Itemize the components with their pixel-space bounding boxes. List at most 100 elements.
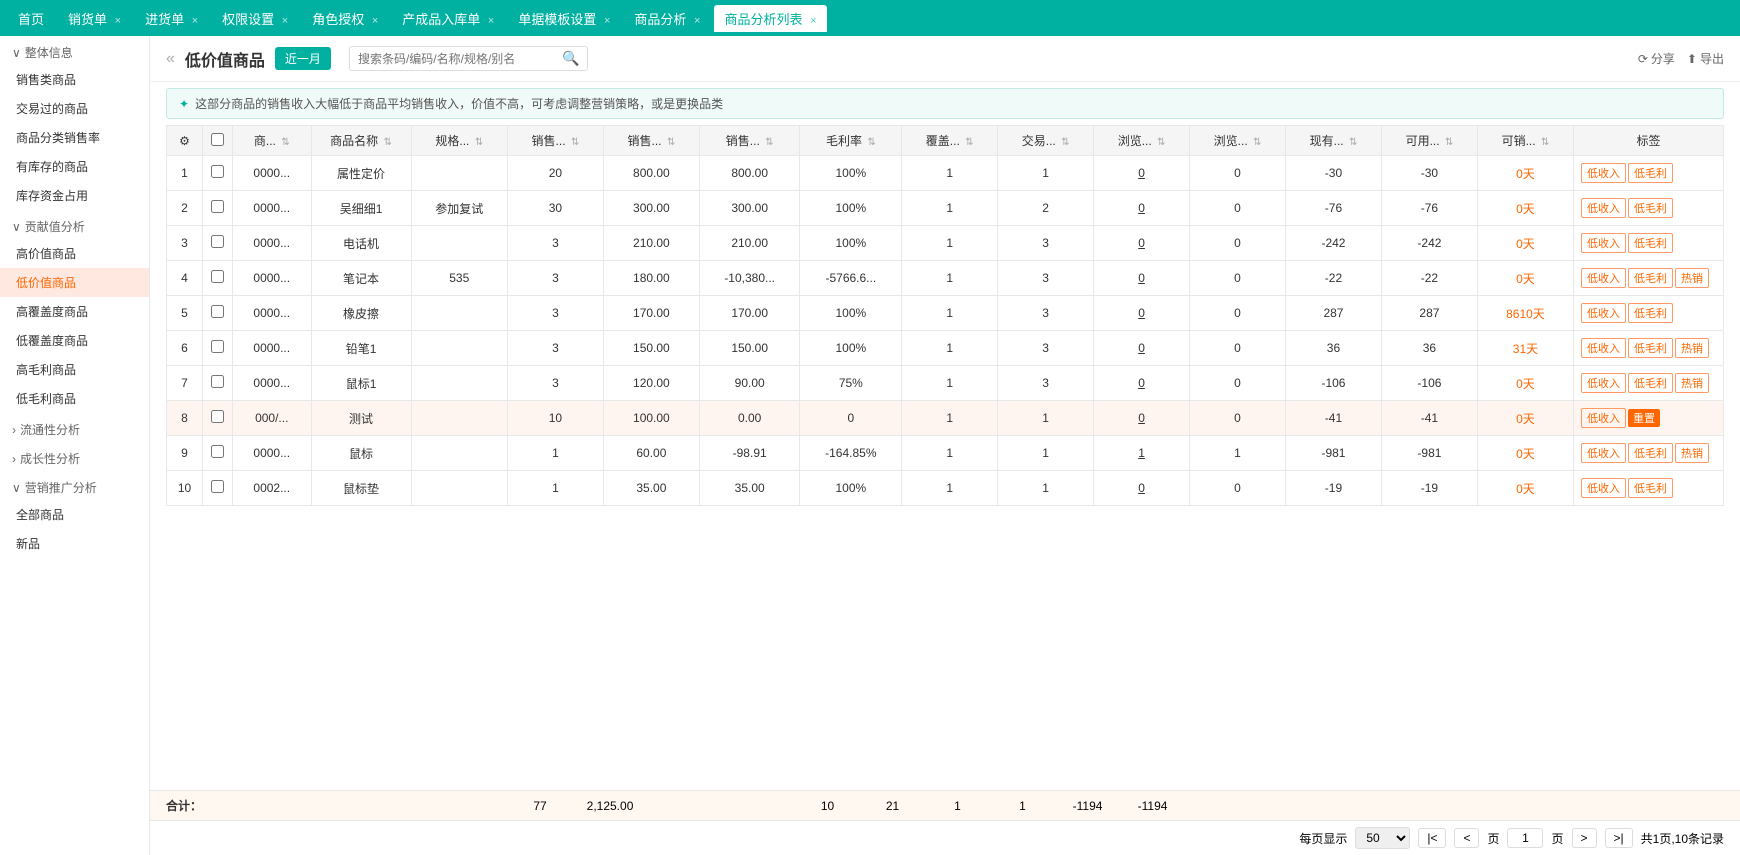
nav-analysis[interactable]: 商品分析 ×	[624, 5, 710, 32]
row-checkbox[interactable]	[211, 410, 224, 423]
col-current-stock[interactable]: 现有... ⇅	[1286, 126, 1382, 156]
sidebar-item-low-value[interactable]: 低价值商品	[0, 268, 149, 297]
close-icon[interactable]: ×	[192, 15, 198, 27]
per-page-select[interactable]: 50 100	[1355, 827, 1410, 849]
row-view1[interactable]: 0	[1094, 226, 1190, 261]
row-checkbox[interactable]	[211, 445, 224, 458]
row-checkbox[interactable]	[211, 340, 224, 353]
view1-link[interactable]: 1	[1138, 446, 1145, 460]
row-view1[interactable]: 0	[1094, 261, 1190, 296]
sidebar-item-category-rate[interactable]: 商品分类销售率	[0, 123, 149, 152]
close-icon[interactable]: ×	[694, 15, 700, 27]
view1-link[interactable]: 0	[1138, 236, 1145, 250]
col-qty[interactable]: 销售... ⇅	[507, 126, 603, 156]
view1-link[interactable]: 0	[1138, 411, 1145, 425]
sidebar-item-sales-goods[interactable]: 销售类商品	[0, 65, 149, 94]
row-checkbox[interactable]	[211, 270, 224, 283]
row-checkbox[interactable]	[211, 305, 224, 318]
row-checkbox[interactable]	[211, 165, 224, 178]
col-coverage[interactable]: 覆盖... ⇅	[902, 126, 998, 156]
row-view1[interactable]: 0	[1094, 401, 1190, 436]
tag-badge: 低收入	[1581, 268, 1626, 288]
sidebar-collapse-btn[interactable]: «	[166, 50, 175, 68]
first-page-btn[interactable]: |<	[1418, 828, 1446, 848]
next-page-btn[interactable]: >	[1572, 828, 1597, 848]
row-checkbox[interactable]	[211, 200, 224, 213]
row-view1[interactable]: 0	[1094, 156, 1190, 191]
col-spec[interactable]: 规格... ⇅	[411, 126, 507, 156]
search-icon[interactable]: 🔍	[562, 50, 579, 67]
col-available[interactable]: 可用... ⇅	[1381, 126, 1477, 156]
row-checkbox[interactable]	[211, 235, 224, 248]
row-view1[interactable]: 0	[1094, 366, 1190, 401]
view1-link[interactable]: 0	[1138, 201, 1145, 215]
row-salable: 0天	[1477, 471, 1573, 506]
col-salable[interactable]: 可销... ⇅	[1477, 126, 1573, 156]
col-code[interactable]: 商... ⇅	[233, 126, 312, 156]
close-icon[interactable]: ×	[604, 15, 610, 27]
share-button[interactable]: ⟳ 分享	[1638, 50, 1675, 67]
nav-analysis-list[interactable]: 商品分析列表 ×	[714, 5, 826, 32]
sidebar-group-liquidity[interactable]: › 流通性分析	[0, 413, 149, 442]
row-view1[interactable]: 0	[1094, 296, 1190, 331]
export-button[interactable]: ⬆ 导出	[1687, 50, 1724, 67]
nav-templates[interactable]: 单据模板设置 ×	[508, 5, 620, 32]
close-icon[interactable]: ×	[115, 15, 121, 27]
row-checkbox[interactable]	[211, 480, 224, 493]
row-view1[interactable]: 0	[1094, 191, 1190, 226]
close-icon[interactable]: ×	[372, 15, 378, 27]
close-icon[interactable]: ×	[488, 15, 494, 27]
close-icon[interactable]: ×	[810, 15, 816, 27]
row-salable: 0天	[1477, 261, 1573, 296]
sidebar-item-low-coverage[interactable]: 低覆盖度商品	[0, 326, 149, 355]
view1-link[interactable]: 0	[1138, 306, 1145, 320]
col-margin[interactable]: 毛利率 ⇅	[800, 126, 902, 156]
settings-col-header[interactable]: ⚙	[167, 126, 203, 156]
sidebar-item-high-value[interactable]: 高价值商品	[0, 239, 149, 268]
page-number-input[interactable]	[1507, 828, 1543, 848]
sidebar-group-contribution[interactable]: ∨ 贡献值分析	[0, 210, 149, 239]
col-name[interactable]: 商品名称 ⇅	[311, 126, 411, 156]
sidebar-item-low-margin[interactable]: 低毛利商品	[0, 384, 149, 413]
view1-link[interactable]: 0	[1138, 166, 1145, 180]
row-checkbox[interactable]	[211, 375, 224, 388]
row-view1[interactable]: 0	[1094, 471, 1190, 506]
sidebar-item-high-margin[interactable]: 高毛利商品	[0, 355, 149, 384]
sidebar-item-high-coverage[interactable]: 高覆盖度商品	[0, 297, 149, 326]
row-view1[interactable]: 1	[1094, 436, 1190, 471]
col-avg-price[interactable]: 销售... ⇅	[699, 126, 800, 156]
nav-roles[interactable]: 角色授权 ×	[302, 5, 388, 32]
sidebar-group-overall[interactable]: ∨ 整体信息	[0, 36, 149, 65]
col-amount[interactable]: 销售... ⇅	[603, 126, 699, 156]
sidebar-item-new-goods[interactable]: 新品	[0, 529, 149, 558]
view1-link[interactable]: 0	[1138, 481, 1145, 495]
select-all-checkbox[interactable]	[211, 133, 224, 146]
row-view1[interactable]: 0	[1094, 331, 1190, 366]
prev-page-btn[interactable]: <	[1454, 828, 1479, 848]
col-trade[interactable]: 交易... ⇅	[998, 126, 1094, 156]
nav-permissions[interactable]: 权限设置 ×	[212, 5, 298, 32]
tag-badge: 热销	[1675, 268, 1709, 288]
table-row: 50000...橡皮擦3170.00170.00100%130028728786…	[167, 296, 1724, 331]
sidebar-group-marketing[interactable]: ∨ 营销推广分析	[0, 471, 149, 500]
col-view2[interactable]: 浏览... ⇅	[1190, 126, 1286, 156]
per-page-label: 每页显示	[1299, 830, 1347, 847]
nav-home[interactable]: 首页	[8, 5, 54, 32]
search-input[interactable]	[358, 52, 558, 66]
last-page-btn[interactable]: >|	[1605, 828, 1633, 848]
view1-link[interactable]: 0	[1138, 376, 1145, 390]
sidebar-item-all-goods[interactable]: 全部商品	[0, 500, 149, 529]
sidebar-item-stock-capital[interactable]: 库存资金占用	[0, 181, 149, 210]
col-view1[interactable]: 浏览... ⇅	[1094, 126, 1190, 156]
nav-sales[interactable]: 销货单 ×	[58, 5, 131, 32]
view1-link[interactable]: 0	[1138, 271, 1145, 285]
nav-purchase[interactable]: 进货单 ×	[135, 5, 208, 32]
sidebar-item-traded[interactable]: 交易过的商品	[0, 94, 149, 123]
close-icon[interactable]: ×	[282, 15, 288, 27]
filter-recent-month[interactable]: 近一月	[275, 47, 331, 70]
row-name: 属性定价	[311, 156, 411, 191]
sidebar-item-in-stock[interactable]: 有库存的商品	[0, 152, 149, 181]
sidebar-group-growth[interactable]: › 成长性分析	[0, 442, 149, 471]
nav-products[interactable]: 产成品入库单 ×	[392, 5, 504, 32]
view1-link[interactable]: 0	[1138, 341, 1145, 355]
